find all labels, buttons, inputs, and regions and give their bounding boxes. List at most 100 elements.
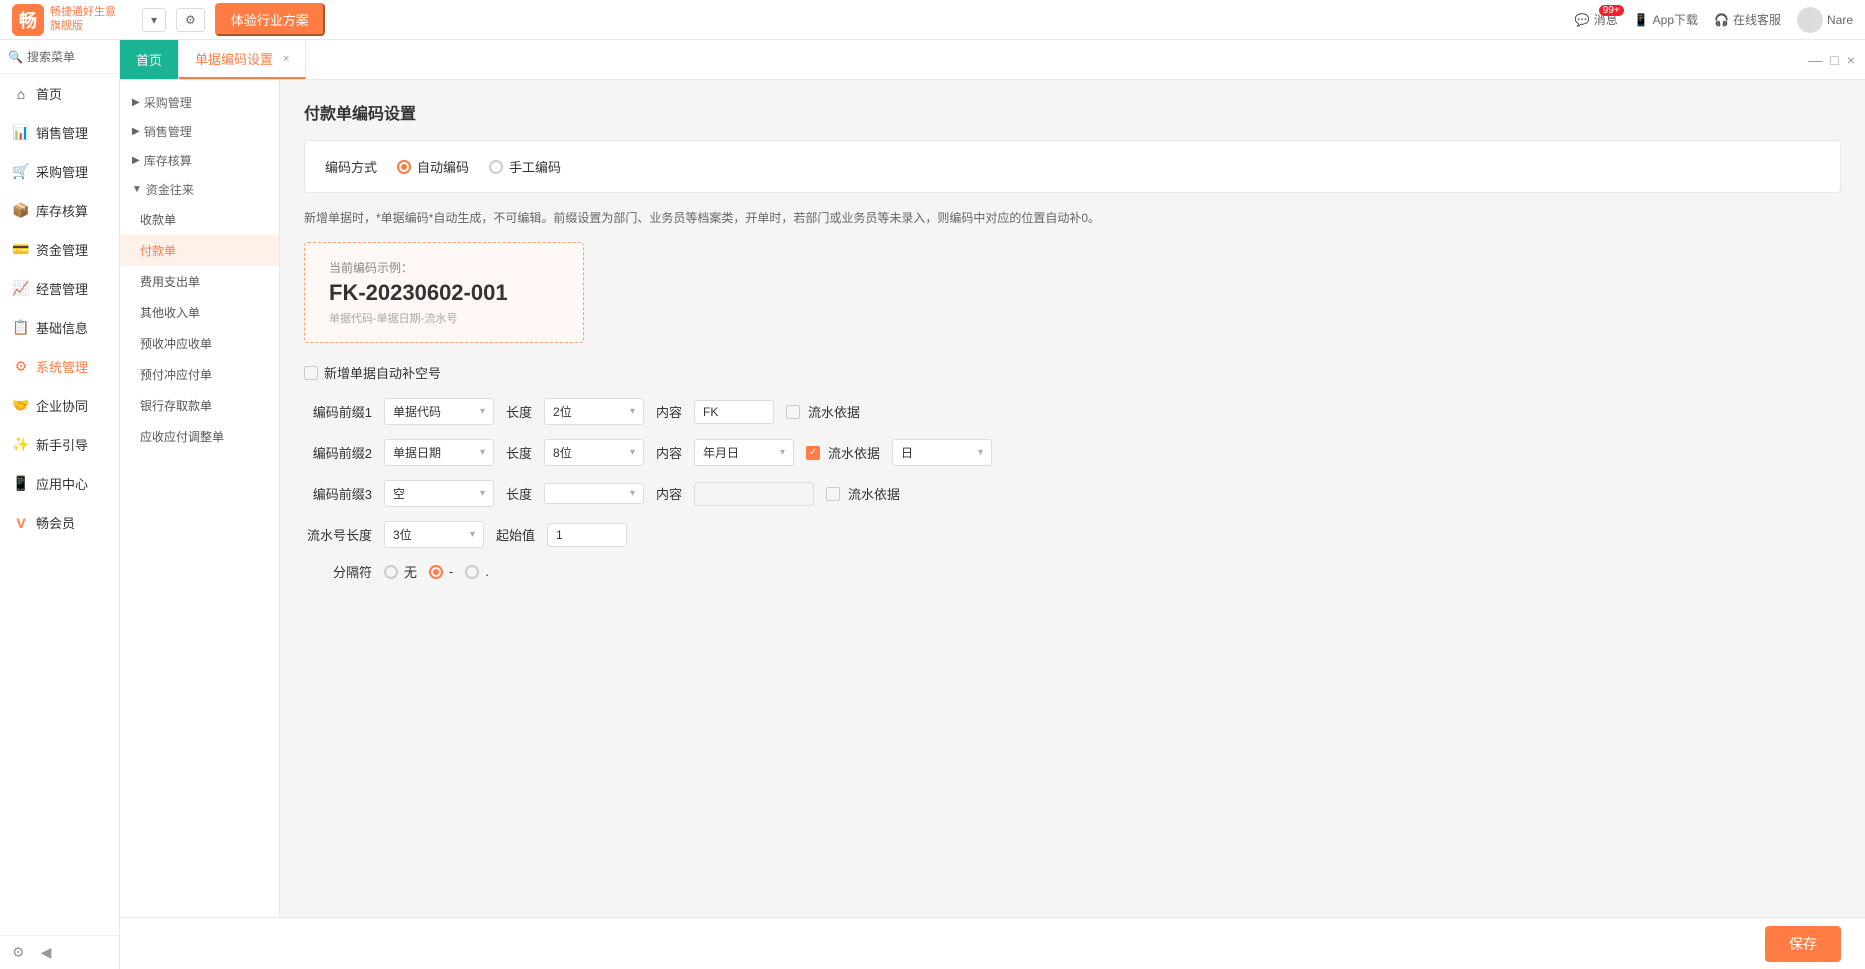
prefix3-content-input[interactable] [694, 482, 814, 506]
manual-encoding-radio[interactable]: 手工编码 [489, 157, 561, 176]
prefix2-length-label: 长度 [506, 443, 532, 462]
prefix1-serial-label: 流水依据 [808, 402, 860, 421]
auto-fill-checkbox[interactable] [304, 366, 318, 380]
sidebar-item-inventory[interactable]: 📦 库存核算 [0, 191, 119, 230]
guide-icon: ✨ [12, 436, 30, 454]
service-btn[interactable]: 🎧 在线客服 [1714, 11, 1781, 28]
search-icon: 🔍 [8, 50, 23, 64]
sidebar-item-sales[interactable]: 📊 销售管理 [0, 113, 119, 152]
prefix1-length-label: 长度 [506, 402, 532, 421]
sep-dot-radio-btn[interactable] [465, 565, 479, 579]
sec-group-purchase[interactable]: ▶ 采购管理 [120, 88, 279, 117]
sec-group-capital[interactable]: ▼ 资金往来 [120, 175, 279, 204]
sec-item-other-income[interactable]: 其他收入单 [120, 297, 279, 328]
sec-item-expense[interactable]: 费用支出单 [120, 266, 279, 297]
sec-item-bank[interactable]: 银行存取款单 [120, 390, 279, 421]
prefix3-length-select[interactable]: ▾ [544, 483, 644, 504]
sep-dot-radio[interactable]: . [465, 564, 489, 579]
logo-text: 畅捷通好生意 旗舰版 [50, 6, 116, 32]
sidebar-item-home[interactable]: ⌂ 首页 [0, 74, 119, 113]
prefix3-serial-checkbox[interactable] [826, 487, 840, 501]
prefix3-arrow-icon: ▾ [480, 488, 485, 499]
sec-item-prepay-receivable[interactable]: 预收冲应收单 [120, 328, 279, 359]
sidebar-item-guide[interactable]: ✨ 新手引导 [0, 425, 119, 464]
sidebar-item-ops[interactable]: 📈 经营管理 [0, 269, 119, 308]
prefix1-content-label: 内容 [656, 402, 682, 421]
bottom-bar: 保存 [120, 917, 1865, 969]
encoding-method-label: 编码方式 [325, 157, 377, 176]
search-menu[interactable]: 🔍 搜索菜单 [0, 40, 119, 74]
code-preview: 当前编码示例： FK-20230602-001 单据代码-单据日期-流水号 [304, 242, 584, 343]
home-tab-label: 首页 [136, 50, 162, 69]
sec-item-payment[interactable]: 付款单 [120, 235, 279, 266]
sidebar-item-base[interactable]: 📋 基础信息 [0, 308, 119, 347]
sidebar-item-member[interactable]: V 畅会员 [0, 503, 119, 542]
appstore-icon: 📱 [12, 475, 30, 493]
sidebar-item-sys[interactable]: ⚙ 系统管理 [0, 347, 119, 386]
prefix1-serial-checkbox[interactable] [786, 405, 800, 419]
logo: 畅 畅捷通好生意 旗舰版 [12, 4, 132, 36]
manual-radio-btn[interactable] [489, 160, 503, 174]
prefix2-select[interactable]: 单据日期 ▾ [384, 439, 494, 466]
sec-item-adjust[interactable]: 应收应付调整单 [120, 421, 279, 452]
prefix1-select[interactable]: 单据代码 ▾ [384, 398, 494, 425]
sidebar-item-finance[interactable]: 💳 资金管理 [0, 230, 119, 269]
prefix1-serial-group: 流水依据 [786, 402, 860, 421]
prefix2-length-select[interactable]: 8位 ▾ [544, 439, 644, 466]
sep-dash-radio-btn[interactable] [429, 565, 443, 579]
service-icon: 🎧 [1714, 13, 1729, 27]
prefix3-select[interactable]: 空 ▾ [384, 480, 494, 507]
tab-close-icon[interactable]: × [283, 53, 289, 65]
chevron-icon: ▶ [132, 155, 140, 166]
sidebar-item-coop[interactable]: 🤝 企业协同 [0, 386, 119, 425]
right-panel: 首页 单据编码设置 × — □ × ▶ 采购管理 ▶ [120, 40, 1865, 969]
page-main: 付款单编码设置 编码方式 自动编码 手工编码 [280, 80, 1865, 917]
encoding-method-row: 编码方式 自动编码 手工编码 [325, 157, 1820, 176]
dropdown-btn[interactable]: ▾ [142, 8, 166, 32]
sec-group-inventory[interactable]: ▶ 库存核算 [120, 146, 279, 175]
prefix1-length-select[interactable]: 2位 ▾ [544, 398, 644, 425]
sec-item-prepay-payable[interactable]: 预付冲应付单 [120, 359, 279, 390]
prefix2-serial-checkbox[interactable]: ✓ [806, 446, 820, 460]
sidebar-item-purchase[interactable]: 🛒 采购管理 [0, 152, 119, 191]
prefix2-period-select[interactable]: 日 ▾ [892, 439, 992, 466]
prefix1-content-input[interactable] [694, 400, 774, 424]
main-layout: 🔍 搜索菜单 ⌂ 首页 📊 销售管理 🛒 采购管理 📦 库存核算 💳 资金管理 … [0, 40, 1865, 969]
prefix1-row: 编码前缀1 单据代码 ▾ 长度 2位 ▾ 内容 流水依据 [304, 398, 1841, 425]
tab-close-all-icon[interactable]: × [1847, 52, 1855, 68]
message-btn[interactable]: 💬 消息 99+ [1575, 11, 1618, 28]
sep-none-radio[interactable]: 无 [384, 562, 417, 581]
prefix3-length-label: 长度 [506, 484, 532, 503]
tab-minimize-icon[interactable]: — [1808, 52, 1822, 68]
serial-length-select[interactable]: 3位 ▾ [384, 521, 484, 548]
save-button[interactable]: 保存 [1765, 926, 1841, 962]
message-badge: 99+ [1599, 5, 1624, 16]
tab-restore-icon[interactable]: □ [1830, 52, 1838, 68]
tab-encoding-settings[interactable]: 单据编码设置 × [179, 40, 306, 79]
serial-length-arrow-icon: ▾ [470, 529, 475, 540]
sales-icon: 📊 [12, 124, 30, 142]
collapse-icon[interactable]: ◀ [41, 944, 52, 961]
info-text: 新增单据时，*单据编码*自动生成，不可编辑。前缀设置为部门、业务员等档案类，开单… [304, 209, 1841, 228]
experience-btn[interactable]: 体验行业方案 [215, 3, 325, 36]
user-avatar[interactable]: Nare [1797, 7, 1853, 33]
home-icon: ⌂ [12, 85, 30, 103]
sec-group-sales[interactable]: ▶ 销售管理 [120, 117, 279, 146]
serial-length-row: 流水号长度 3位 ▾ 起始值 [304, 521, 1841, 548]
app-download-btn[interactable]: 📱 App下载 [1634, 11, 1698, 28]
auto-radio-btn[interactable] [397, 160, 411, 174]
settings-btn[interactable]: ⚙ [176, 8, 205, 32]
auto-encoding-radio[interactable]: 自动编码 [397, 157, 469, 176]
sep-dash-radio[interactable]: - [429, 564, 453, 579]
prefix2-content-select[interactable]: 年月日 ▾ [694, 439, 794, 466]
inventory-icon: 📦 [12, 202, 30, 220]
tab-home[interactable]: 首页 [120, 40, 179, 79]
sidebar-item-appstore[interactable]: 📱 应用中心 [0, 464, 119, 503]
serial-length-label: 流水号长度 [304, 525, 372, 544]
prefix2-row: 编码前缀2 单据日期 ▾ 长度 8位 ▾ 内容 年月日 ▾ [304, 439, 1841, 466]
encoding-method-section: 编码方式 自动编码 手工编码 [304, 140, 1841, 193]
sec-item-receipt[interactable]: 收款单 [120, 204, 279, 235]
settings-bottom-icon[interactable]: ⚙ [12, 944, 25, 961]
sep-none-radio-btn[interactable] [384, 565, 398, 579]
start-value-input[interactable] [547, 523, 627, 547]
